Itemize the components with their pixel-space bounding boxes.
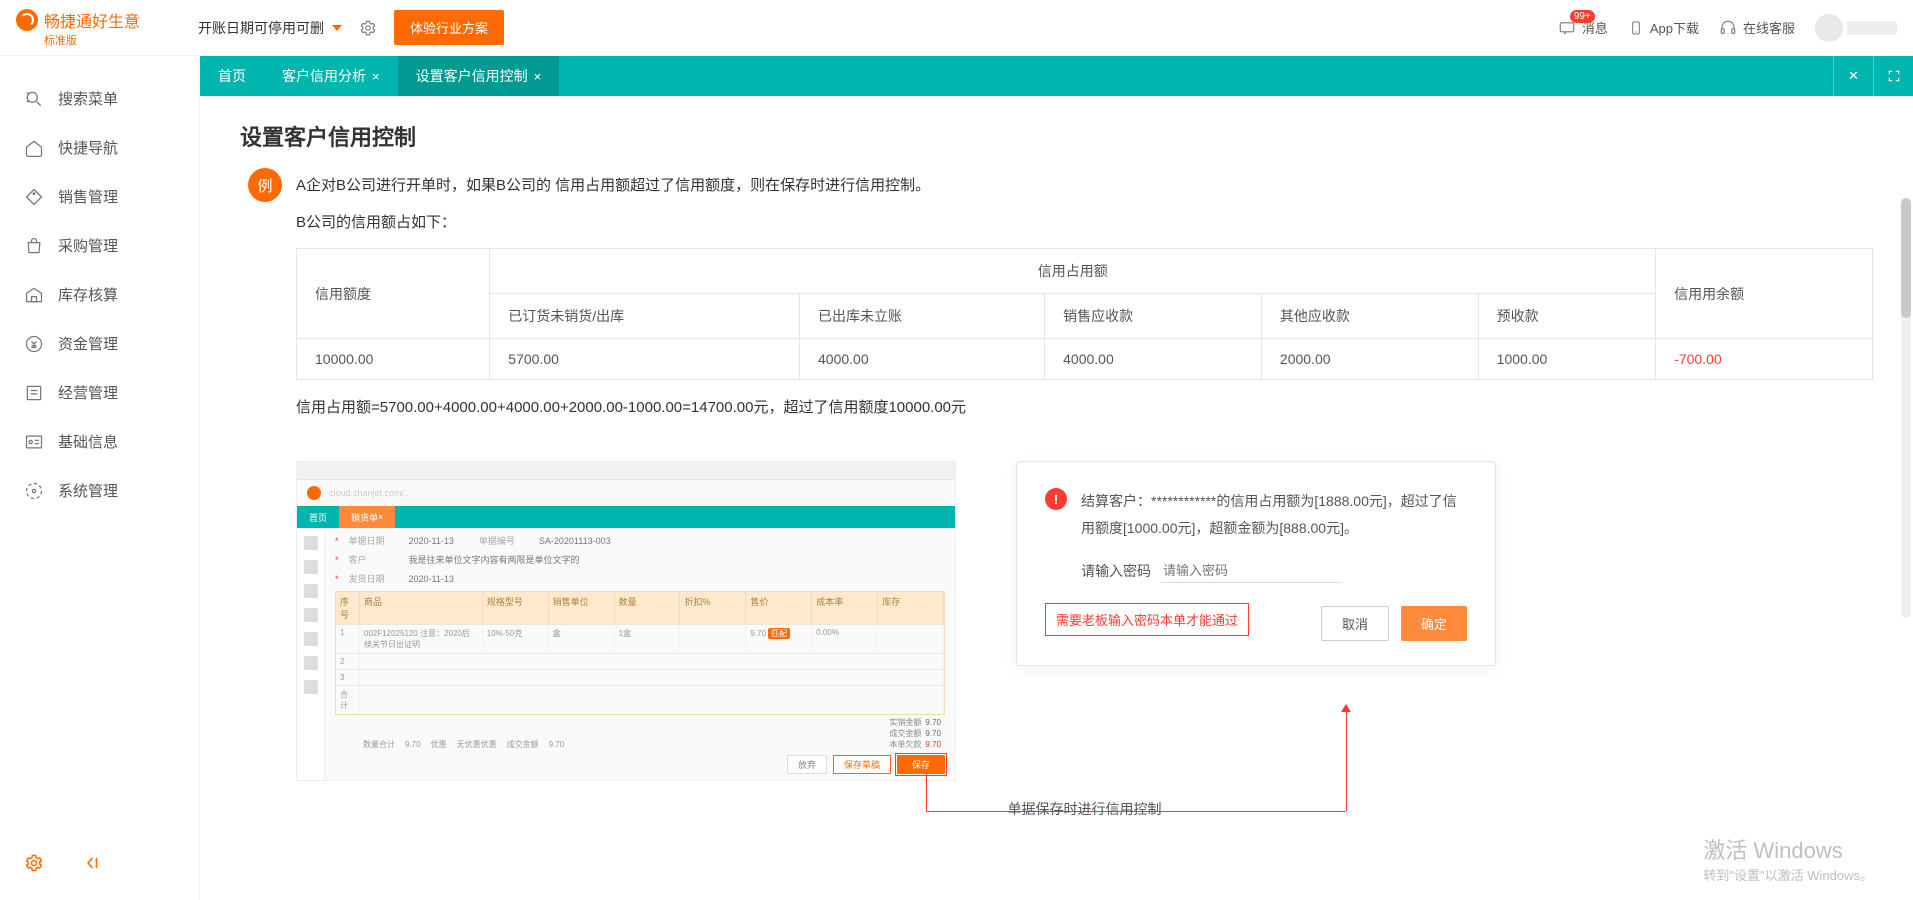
account-date-select[interactable]: 开账日期可停用可删 xyxy=(198,18,342,38)
sidebar-item-quicknav[interactable]: 快捷导航 xyxy=(0,123,199,172)
example-paragraph-2: B公司的信用额占如下： xyxy=(296,209,1873,236)
cancel-button[interactable]: 取消 xyxy=(1321,606,1389,641)
headset-icon xyxy=(1719,19,1737,37)
illustration-row: cloud.chanjet.com/... 首页 销货单 × xyxy=(296,461,1873,781)
brand-logo-icon xyxy=(16,9,38,31)
th-credit-limit: 信用额度 xyxy=(297,249,490,339)
brand-edition: 标准版 xyxy=(44,32,77,48)
mini-tab-home: 首页 xyxy=(297,506,339,528)
warning-icon: ! xyxy=(1045,488,1067,510)
dialog-message: 结算客户：************的信用占用额为[1888.00元]，超过了信用… xyxy=(1081,488,1467,541)
credit-table: 信用额度 信用占用额 信用用余额 已订货未销货/出库 已出库未立账 销售应收款 … xyxy=(296,248,1873,380)
th-other-receivable: 其他应收款 xyxy=(1261,294,1478,339)
embedded-screenshot: cloud.chanjet.com/... 首页 销货单 × xyxy=(296,461,956,781)
password-label: 请输入密码 xyxy=(1081,561,1151,581)
mini-save-button: 保存 xyxy=(897,755,945,774)
main-area: 首页 客户信用分析 × 设置客户信用控制 × ✕ 设置客户信用控制 xyxy=(200,56,1913,900)
avatar-name-placeholder xyxy=(1847,21,1897,35)
money-icon xyxy=(24,334,44,354)
settings-gear-icon[interactable] xyxy=(354,14,382,42)
sidebar-item-system[interactable]: 系统管理 xyxy=(0,466,199,515)
app-download-link[interactable]: App下载 xyxy=(1628,18,1699,37)
experience-industry-button[interactable]: 体验行业方案 xyxy=(394,10,504,45)
table-row: 10000.00 5700.00 4000.00 4000.00 2000.00… xyxy=(297,339,1873,380)
mini-logo-icon xyxy=(307,486,321,500)
tab-fullscreen-icon[interactable] xyxy=(1873,56,1913,96)
messages-badge: 99+ xyxy=(1570,10,1595,23)
sidebar-settings-icon[interactable] xyxy=(24,853,44,876)
search-icon xyxy=(24,89,44,109)
th-ordered-unshipped: 已订货未销货/出库 xyxy=(490,294,800,339)
th-credit-used: 信用占用额 xyxy=(490,249,1656,294)
tab-close-all-icon[interactable]: ✕ xyxy=(1833,56,1873,96)
th-sales-receivable: 销售应收款 xyxy=(1045,294,1262,339)
tab-credit-control-setting[interactable]: 设置客户信用控制 × xyxy=(398,56,560,96)
password-hint: 需要老板输入密码本单才能通过 xyxy=(1045,603,1249,636)
bag-icon xyxy=(24,236,44,256)
password-input[interactable] xyxy=(1161,559,1341,583)
online-service-link[interactable]: 在线客服 xyxy=(1719,18,1795,37)
th-advance: 预收款 xyxy=(1478,294,1655,339)
sidebar-item-basic[interactable]: 基础信息 xyxy=(0,417,199,466)
close-icon[interactable]: × xyxy=(534,69,542,84)
topbar: 畅捷通好生意 标准版 开账日期可停用可删 体验行业方案 99+ 消息 App下载 xyxy=(0,0,1913,56)
mini-tab-sales: 销货单 × xyxy=(339,506,395,528)
card-icon xyxy=(24,432,44,452)
page-title: 设置客户信用控制 xyxy=(240,120,1873,152)
close-icon[interactable]: × xyxy=(372,69,380,84)
tabbar: 首页 客户信用分析 × 设置客户信用控制 × ✕ xyxy=(200,56,1913,96)
confirm-button[interactable]: 确定 xyxy=(1401,606,1467,641)
warehouse-icon xyxy=(24,285,44,305)
avatar-icon xyxy=(1815,14,1843,42)
sidebar-item-business[interactable]: 经营管理 xyxy=(0,368,199,417)
report-icon xyxy=(24,383,44,403)
chevron-down-icon xyxy=(332,25,342,31)
tab-credit-analysis[interactable]: 客户信用分析 × xyxy=(264,56,398,96)
th-credit-balance: 信用用余额 xyxy=(1656,249,1873,339)
illustration-caption: 单据保存时进行信用控制 xyxy=(296,799,1873,819)
account-date-label: 开账日期可停用可删 xyxy=(198,18,324,38)
tag-icon xyxy=(24,187,44,207)
example-paragraph-1: A企对B公司进行开单时，如果B公司的 信用占用额超过了信用额度，则在保存时进行信… xyxy=(296,172,1873,199)
credit-control-dialog: ! 结算客户：************的信用占用额为[1888.00元]，超过了… xyxy=(1016,461,1496,666)
messages-link[interactable]: 99+ 消息 xyxy=(1558,18,1608,37)
arrow-up-icon xyxy=(1341,704,1351,712)
page-content: 设置客户信用控制 例 A企对B公司进行开单时，如果B公司的 信用占用额超过了信用… xyxy=(200,96,1913,900)
sidebar-item-purchase[interactable]: 采购管理 xyxy=(0,221,199,270)
logo-block: 畅捷通好生意 标准版 xyxy=(16,8,186,48)
sidebar-item-search[interactable]: 搜索菜单 xyxy=(0,74,199,123)
scrollbar-thumb[interactable] xyxy=(1901,198,1911,318)
sidebar-collapse-icon[interactable] xyxy=(84,853,104,876)
brand-name: 畅捷通好生意 xyxy=(44,8,140,32)
th-shipped-unbilled: 已出库未立账 xyxy=(800,294,1045,339)
sidebar-item-sales[interactable]: 销售管理 xyxy=(0,172,199,221)
connector-line xyxy=(1346,711,1347,811)
example-badge: 例 xyxy=(248,168,282,202)
mini-abandon-button: 放弃 xyxy=(787,755,827,774)
formula-text: 信用占用额=5700.00+4000.00+4000.00+2000.00-10… xyxy=(296,394,1873,421)
sidebar-item-finance[interactable]: 资金管理 xyxy=(0,319,199,368)
topbar-right: 99+ 消息 App下载 在线客服 xyxy=(1558,14,1897,42)
sidebar-item-inventory[interactable]: 库存核算 xyxy=(0,270,199,319)
system-icon xyxy=(24,481,44,501)
mini-save-draft-button: 保存草稿 xyxy=(833,755,891,774)
user-avatar[interactable] xyxy=(1815,14,1897,42)
home-icon xyxy=(24,138,44,158)
mobile-icon xyxy=(1628,20,1644,36)
sidebar: 搜索菜单 快捷导航 销售管理 采购管理 库存核算 资金管理 xyxy=(0,56,200,900)
tab-home[interactable]: 首页 xyxy=(200,56,264,96)
